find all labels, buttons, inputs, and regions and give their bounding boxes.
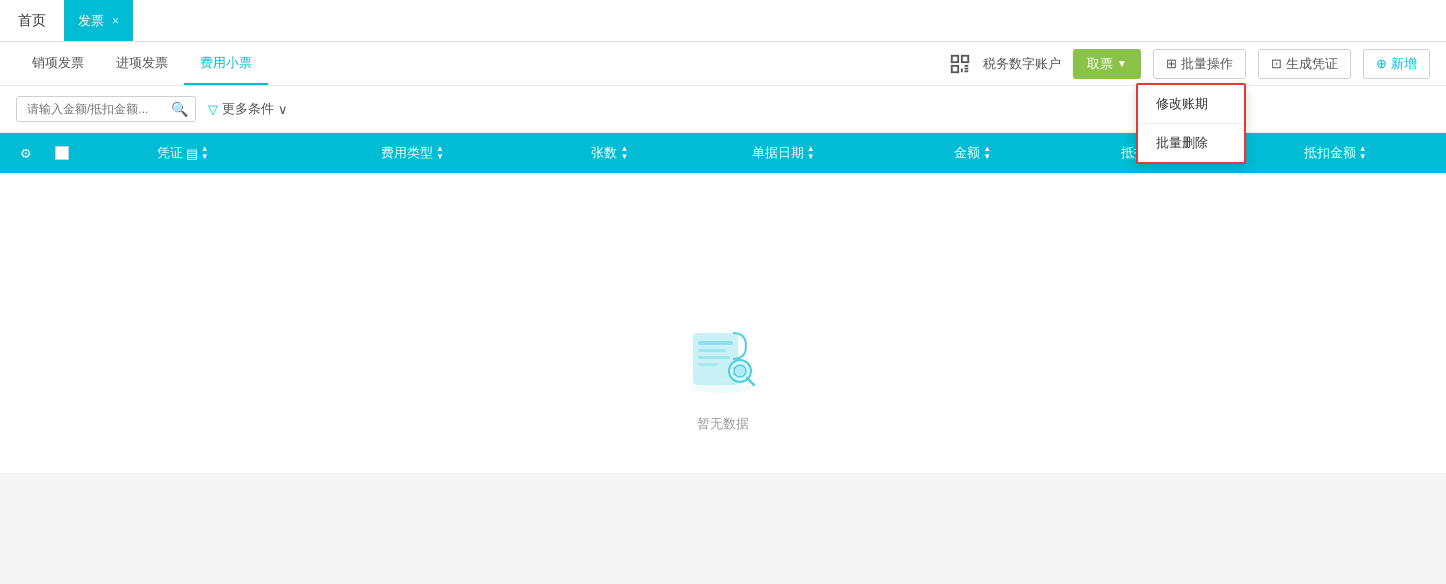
tab-expense-ticket[interactable]: 费用小票	[184, 42, 268, 85]
search-input[interactable]	[16, 96, 196, 122]
invoice-tab-label: 发票	[78, 12, 104, 30]
home-nav-item[interactable]: 首页	[0, 0, 64, 41]
th-date-label: 单据日期	[752, 144, 804, 162]
th-amount-label: 金额	[954, 144, 980, 162]
empty-state: 暂无数据	[678, 313, 768, 433]
invoice-tab[interactable]: 发票 ×	[64, 0, 133, 41]
th-voucher-sort-icon: ▲▼	[201, 145, 209, 161]
svg-rect-13	[698, 363, 718, 366]
th-count-label: 张数	[591, 144, 617, 162]
th-date[interactable]: 单据日期 ▲▼	[680, 144, 886, 162]
th-expense-type-sort-icon: ▲▼	[436, 145, 444, 161]
add-label: 新增	[1391, 55, 1417, 73]
batch-ops-icon: ⊞	[1166, 56, 1177, 71]
batch-ops-button[interactable]: ⊞ 批量操作	[1153, 49, 1246, 79]
more-filter-label: 更多条件	[222, 100, 274, 118]
empty-text: 暂无数据	[697, 415, 749, 433]
th-voucher-label: 凭证	[157, 144, 183, 162]
tab-sales-label: 销项发票	[32, 54, 84, 72]
batch-ops-label: 批量操作	[1181, 55, 1233, 73]
th-voucher[interactable]: 凭证 ▤ ▲▼	[80, 144, 286, 162]
th-expense-type[interactable]: 费用类型 ▲▼	[286, 144, 540, 162]
svg-rect-12	[698, 356, 730, 359]
th-checkbox[interactable]	[44, 146, 80, 160]
take-ticket-button[interactable]: 取票 ▼	[1073, 49, 1141, 79]
svg-rect-1	[962, 55, 968, 61]
svg-rect-2	[952, 65, 958, 71]
gen-voucher-label: 生成凭证	[1286, 55, 1338, 73]
th-expense-type-label: 费用类型	[381, 144, 433, 162]
add-button[interactable]: ⊕ 新增	[1363, 49, 1430, 79]
more-filter-arrow-icon: ∨	[278, 102, 288, 117]
svg-point-17	[733, 367, 736, 370]
sub-tabs-bar: 销项发票 进项发票 费用小票 税务数字账户 取票 ▼ ⊞	[0, 42, 1446, 86]
gen-voucher-button[interactable]: ⊡ 生成凭证	[1258, 49, 1351, 79]
modify-period-item[interactable]: 修改账期	[1138, 85, 1244, 123]
batch-delete-item[interactable]: 批量删除	[1138, 124, 1244, 162]
more-filter-button[interactable]: ▽ 更多条件 ∨	[208, 100, 288, 118]
tax-digital-button[interactable]: 税务数字账户	[983, 55, 1061, 73]
th-deduct-amount[interactable]: 抵扣金额 ▲▼	[1232, 144, 1438, 162]
sub-tabs-right: 税务数字账户 取票 ▼ ⊞ 批量操作 修改账期 批量删除 ⊡ 生成凭证 ⊕ 新增	[949, 49, 1430, 79]
header-checkbox-icon	[55, 146, 69, 160]
th-voucher-filter-icon: ▤	[186, 146, 198, 161]
sub-tabs-left: 销项发票 进项发票 费用小票	[16, 42, 268, 85]
th-count[interactable]: 张数 ▲▼	[539, 144, 680, 162]
close-tab-icon[interactable]: ×	[112, 14, 119, 28]
gen-voucher-icon: ⊡	[1271, 56, 1282, 71]
qr-icon[interactable]	[949, 53, 971, 75]
svg-line-16	[747, 378, 754, 385]
take-ticket-arrow-icon: ▼	[1117, 58, 1127, 69]
th-count-sort-icon: ▲▼	[620, 145, 628, 161]
tab-expense-label: 费用小票	[200, 54, 252, 72]
search-icon[interactable]: 🔍	[171, 101, 188, 117]
svg-rect-0	[952, 55, 958, 61]
tab-sales-invoice[interactable]: 销项发票	[16, 42, 100, 85]
th-date-sort-icon: ▲▼	[807, 145, 815, 161]
top-nav: 首页 发票 ×	[0, 0, 1446, 42]
th-amount-sort-icon: ▲▼	[983, 145, 991, 161]
empty-illustration	[678, 313, 768, 403]
tab-income-label: 进项发票	[116, 54, 168, 72]
svg-rect-11	[698, 349, 726, 352]
take-ticket-label: 取票	[1087, 55, 1113, 73]
tab-income-invoice[interactable]: 进项发票	[100, 42, 184, 85]
svg-point-18	[733, 373, 736, 376]
svg-point-15	[734, 365, 746, 377]
filter-funnel-icon: ▽	[208, 102, 218, 117]
table-body: 暂无数据	[0, 173, 1446, 473]
batch-ops-wrapper: ⊞ 批量操作 修改账期 批量删除	[1153, 49, 1246, 79]
th-gear[interactable]: ⚙	[8, 146, 44, 161]
th-amount[interactable]: 金额 ▲▼	[886, 144, 1059, 162]
svg-rect-10	[698, 341, 733, 345]
th-deduct-amount-label: 抵扣金额	[1304, 144, 1356, 162]
add-icon: ⊕	[1376, 56, 1387, 71]
search-wrap: 🔍	[16, 96, 196, 122]
th-deduct-amount-sort-icon: ▲▼	[1359, 145, 1367, 161]
batch-ops-dropdown: 修改账期 批量删除	[1136, 83, 1246, 164]
table-wrap: ⚙ 凭证 ▤ ▲▼ 费用类型 ▲▼ 张数 ▲▼ 单据日期 ▲▼ 金额 ▲▼ 抵扣…	[0, 133, 1446, 473]
gear-icon: ⚙	[20, 146, 32, 161]
